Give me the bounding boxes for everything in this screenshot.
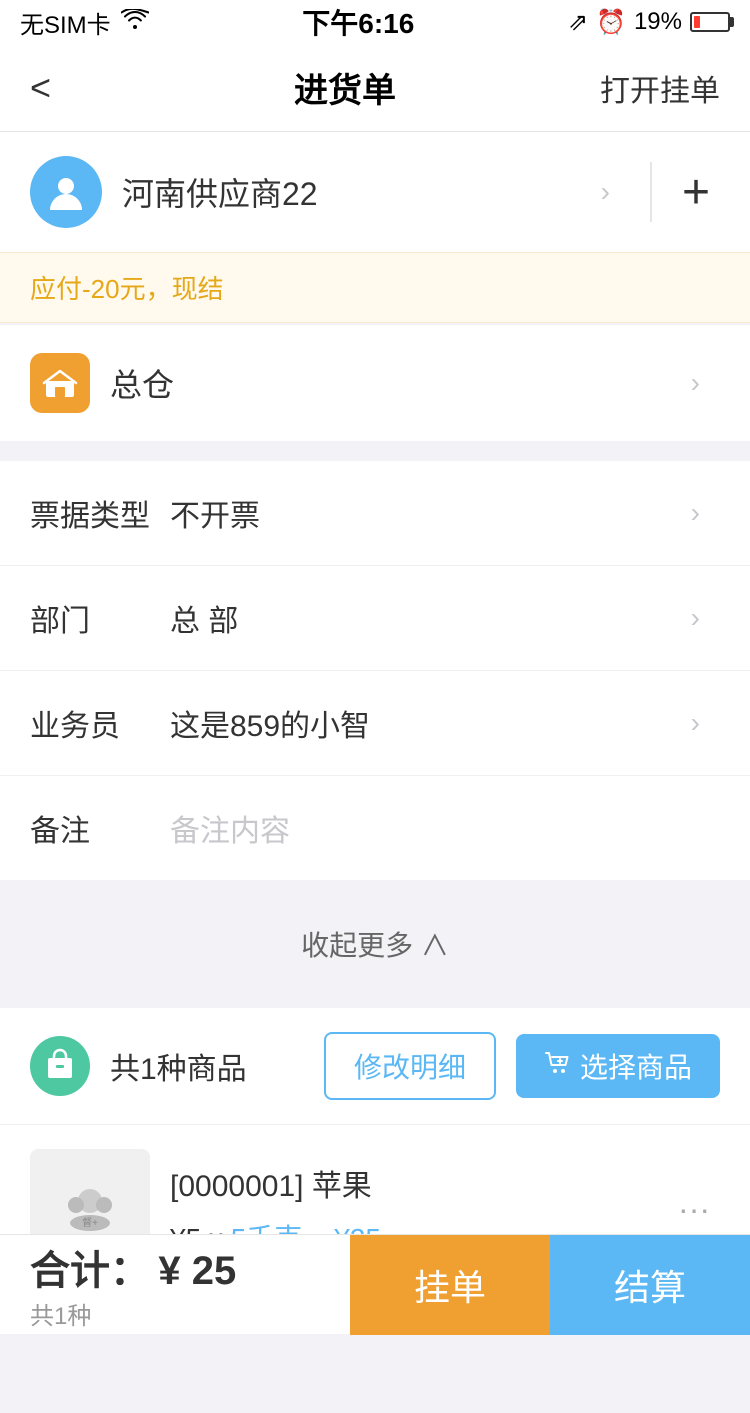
staff-label: 业务员 xyxy=(30,701,170,745)
collapse-button[interactable]: 收起更多 ∧ xyxy=(0,900,750,988)
more-button[interactable]: ··· xyxy=(668,1181,720,1238)
dept-label: 部门 xyxy=(30,596,170,640)
divider xyxy=(650,162,652,222)
supplier-row[interactable]: 河南供应商22 › + xyxy=(0,132,750,252)
staff-row[interactable]: 业务员 这是859的小智 › xyxy=(0,671,750,776)
settle-button[interactable]: 结算 xyxy=(550,1235,750,1335)
hold-button[interactable]: 挂单 xyxy=(350,1235,550,1335)
products-icon xyxy=(30,1036,90,1096)
warehouse-icon xyxy=(30,353,90,413)
total-amount-row: 合计： ¥ 25 xyxy=(30,1238,320,1296)
edit-detail-button[interactable]: 修改明细 xyxy=(324,1032,496,1100)
total-amount: ¥ 25 xyxy=(158,1249,236,1293)
invoice-label: 票据类型 xyxy=(30,491,170,535)
footer: 合计： ¥ 25 共1种 挂单 结算 xyxy=(0,1234,750,1334)
open-hold-button[interactable]: 打开挂单 xyxy=(600,66,720,110)
total-label: 合计： xyxy=(30,1249,150,1293)
battery-percent: 19% xyxy=(634,8,682,36)
remark-row[interactable]: 备注 备注内容 xyxy=(0,776,750,880)
select-product-label: 选择商品 xyxy=(580,1046,692,1086)
status-bar: 无SIM卡 下午6:16 ⇗ ⏰ 19% xyxy=(0,0,750,44)
form-section: 票据类型 不开票 › 部门 总 部 › 业务员 这是859的小智 › 备注 备注… xyxy=(0,461,750,880)
total-count: 共1种 xyxy=(30,1296,320,1331)
warehouse-row[interactable]: 总仓 › xyxy=(0,325,750,441)
invoice-row[interactable]: 票据类型 不开票 › xyxy=(0,461,750,566)
back-button[interactable]: < xyxy=(30,67,90,109)
status-right: ⇗ ⏰ 19% xyxy=(568,8,730,37)
alarm-icon: ⏰ xyxy=(596,8,626,37)
chevron-right-icon: › xyxy=(601,176,610,208)
invoice-chevron-icon: › xyxy=(691,497,700,529)
wifi-icon xyxy=(121,8,149,36)
cart-icon xyxy=(544,1050,572,1082)
supplier-avatar xyxy=(30,156,102,228)
notice-bar: 应付-20元，现结 xyxy=(0,252,750,323)
dept-row[interactable]: 部门 总 部 › xyxy=(0,566,750,671)
warehouse-name: 总仓 xyxy=(110,360,691,406)
staff-chevron-icon: › xyxy=(691,707,700,739)
location-icon: ⇗ xyxy=(568,8,588,37)
page-title: 进货单 xyxy=(294,63,396,112)
products-header: 共1种商品 修改明细 选择商品 xyxy=(0,1008,750,1125)
footer-total: 合计： ¥ 25 共1种 xyxy=(0,1238,350,1331)
remark-input[interactable]: 备注内容 xyxy=(170,806,720,850)
battery-icon xyxy=(690,12,730,32)
product-code: [0000001] xyxy=(170,1170,303,1203)
status-left: 无SIM卡 xyxy=(20,5,149,40)
nav-bar: < 进货单 打开挂单 xyxy=(0,44,750,132)
dept-chevron-icon: › xyxy=(691,602,700,634)
carrier-label: 无SIM卡 xyxy=(20,5,111,40)
add-supplier-button[interactable]: + xyxy=(672,165,720,220)
invoice-value: 不开票 xyxy=(170,491,691,535)
staff-value: 这是859的小智 xyxy=(170,701,691,745)
select-product-button[interactable]: 选择商品 xyxy=(516,1034,720,1098)
status-time: 下午6:16 xyxy=(302,2,414,42)
product-name-text: 苹果 xyxy=(312,1170,372,1203)
products-count: 共1种商品 xyxy=(110,1044,304,1088)
svg-text:督+: 督+ xyxy=(82,1216,98,1229)
product-name: [0000001] 苹果 xyxy=(170,1161,648,1205)
supplier-name: 河南供应商22 xyxy=(122,169,601,215)
warehouse-chevron-icon: › xyxy=(691,367,700,399)
dept-value: 总 部 xyxy=(170,596,691,640)
remark-label: 备注 xyxy=(30,806,170,850)
